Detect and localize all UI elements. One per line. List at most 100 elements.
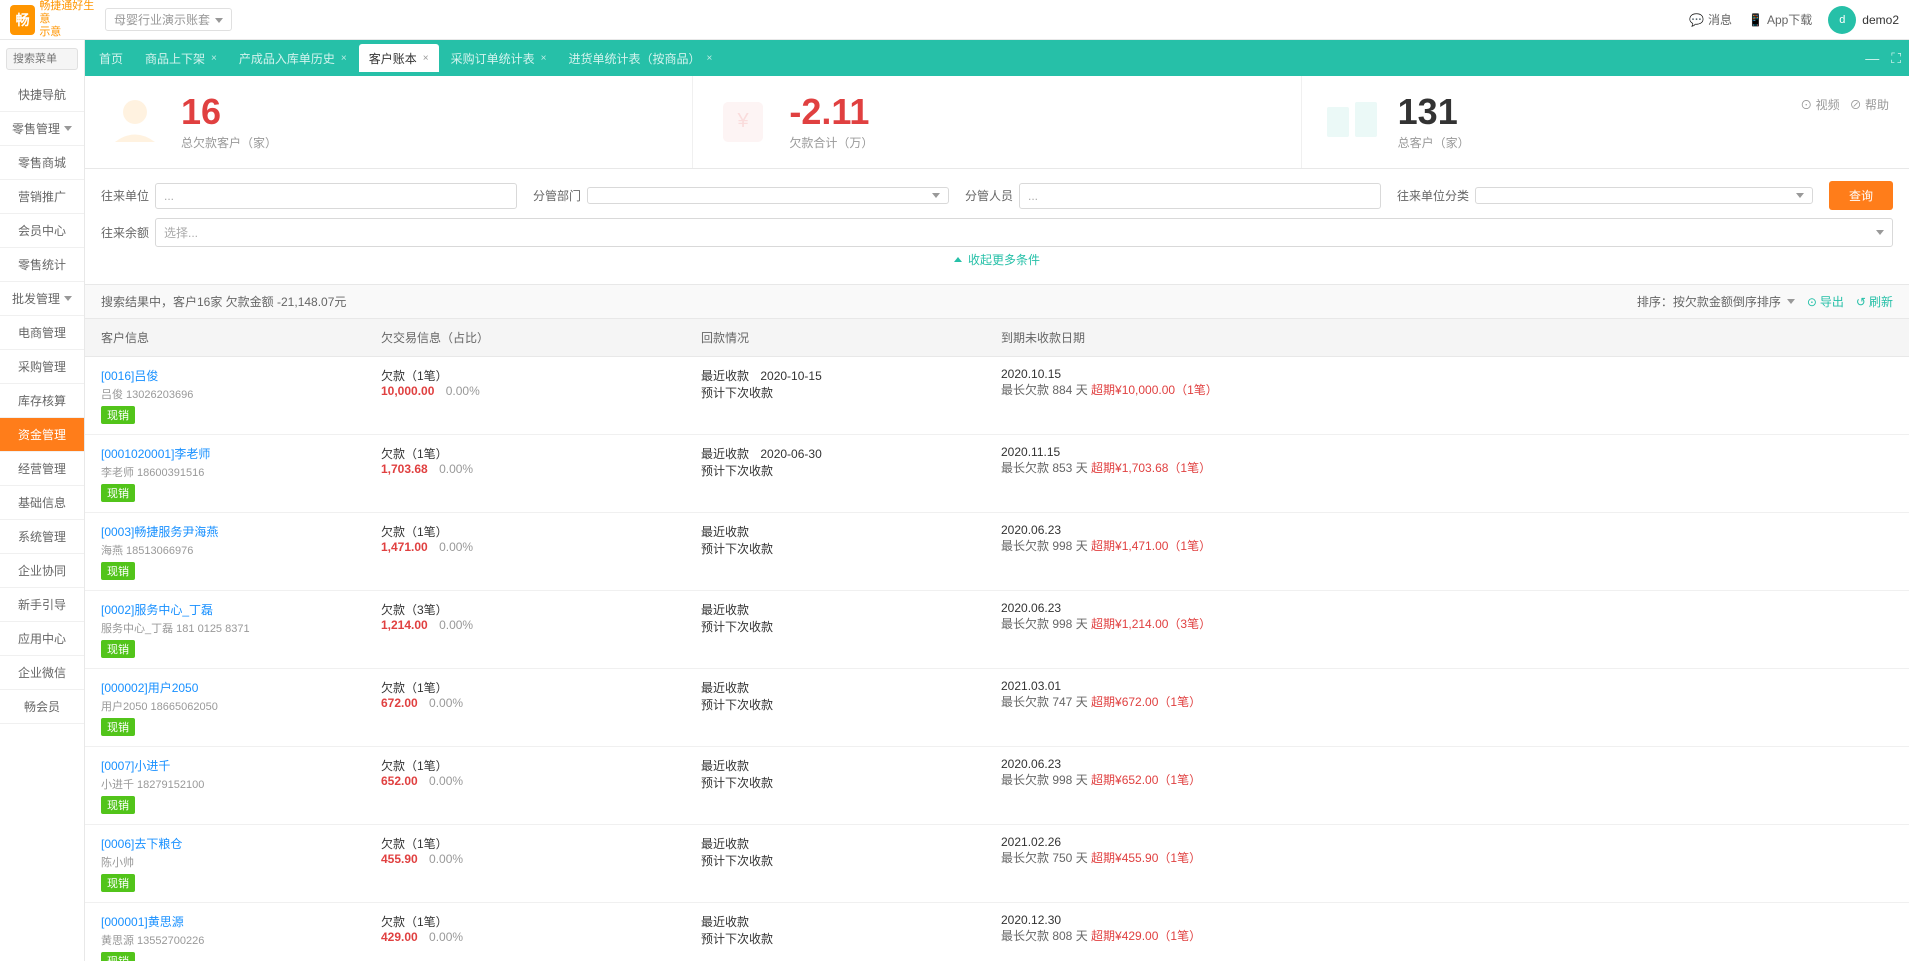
logo-icon: 畅 (10, 5, 35, 35)
sidebar-item-ecommerce[interactable]: 电商管理 (0, 316, 84, 350)
tab-home[interactable]: 首页 (89, 44, 133, 72)
tab-bar-end: — ⛶ (1861, 48, 1905, 69)
tab-inbound-stat[interactable]: 进货单统计表（按商品） × (558, 44, 722, 72)
filter-group-unit-class: 往来单位分类 (1397, 187, 1813, 204)
customer-contact: 小进千 18279152100 (101, 776, 349, 792)
person-input[interactable]: ... (1019, 183, 1381, 209)
customer-name-link[interactable]: [0007]小进千 (101, 759, 170, 773)
from-unit-input[interactable]: ... (155, 183, 517, 209)
tab-purchase-order-stat[interactable]: 采购订单统计表 × (441, 44, 557, 72)
sidebar-item-marketing[interactable]: 营销推广 (0, 180, 84, 214)
debt-cell: 欠款（1笔） 1,471.00 0.00% (365, 513, 685, 591)
sidebar-item-system-mgmt[interactable]: 系统管理 (0, 520, 84, 554)
overdue-amount-link[interactable]: 超期¥1,214.00（3笔） (1091, 617, 1211, 631)
sidebar-item-batch-mgmt[interactable]: 批发管理 (0, 282, 84, 316)
customer-name-link[interactable]: [0003]畅捷服务尹海燕 (101, 525, 218, 539)
tab-maximize-btn[interactable]: ⛶ (1887, 48, 1905, 69)
debt-count: 欠款（3笔） (381, 601, 669, 618)
return-cell: 最近收款 预计下次收款 (685, 513, 985, 591)
message-btn[interactable]: 💬 消息 (1689, 11, 1732, 28)
overdue-amount-link[interactable]: 超期¥429.00（1笔） (1091, 929, 1201, 943)
overdue-amount-link[interactable]: 超期¥652.00（1笔） (1091, 773, 1201, 787)
view-btn[interactable]: ⊙ 视频 (1800, 96, 1839, 113)
table-row: [0002]服务中心_丁磊 服务中心_丁磊 181 0125 8371 现销 欠… (85, 591, 1909, 669)
tab-close-icon[interactable]: × (706, 53, 712, 64)
due-date: 2020.06.23 (1001, 523, 1893, 537)
debt-amount-value[interactable]: 652.00 (381, 774, 418, 788)
sidebar-item-basic-info[interactable]: 基础信息 (0, 486, 84, 520)
overdue-amount-link[interactable]: 超期¥1,471.00（1笔） (1091, 539, 1211, 553)
overdue-amount-link[interactable]: 超期¥672.00（1笔） (1091, 695, 1201, 709)
sidebar-item-operations-mgmt[interactable]: 经营管理 (0, 452, 84, 486)
last-payment: 最近收款 2020-06-30 (701, 445, 969, 462)
customer-name-link[interactable]: [000001]黄思源 (101, 915, 184, 929)
sidebar-item-app-center[interactable]: 应用中心 (0, 622, 84, 656)
customer-name-link[interactable]: [0006]去下粮仓 (101, 837, 182, 851)
sidebar-item-enterprise-collab[interactable]: 企业协同 (0, 554, 84, 588)
due-date: 2020.06.23 (1001, 757, 1893, 771)
customer-name-link[interactable]: [0002]服务中心_丁磊 (101, 603, 213, 617)
debt-amount-value[interactable]: 10,000.00 (381, 384, 434, 398)
balance-value: 选择... (164, 224, 198, 241)
sidebar-search-input[interactable] (6, 48, 78, 70)
collapse-btn[interactable]: 收起更多条件 (101, 247, 1893, 272)
sidebar-item-newbie-guide[interactable]: 新手引导 (0, 588, 84, 622)
sidebar-item-retail-stats[interactable]: 零售统计 (0, 248, 84, 282)
debt-count: 欠款（1笔） (381, 679, 669, 696)
overdue-amount-link[interactable]: 超期¥455.90（1笔） (1091, 851, 1201, 865)
from-unit-dots: ... (164, 189, 174, 203)
debt-amount-value[interactable]: 1,214.00 (381, 618, 428, 632)
tab-production-history[interactable]: 产成品入库单历史 × (229, 44, 357, 72)
tab-close-icon[interactable]: × (341, 53, 347, 64)
debt-amount-value[interactable]: 1,471.00 (381, 540, 428, 554)
user-area[interactable]: d demo2 (1828, 6, 1899, 34)
debt-amount-value[interactable]: 455.90 (381, 852, 418, 866)
sidebar-item-fund-mgmt[interactable]: 资金管理 (0, 418, 84, 452)
sidebar-item-chang-member[interactable]: 畅会员 (0, 690, 84, 724)
sidebar-item-inventory-check[interactable]: 库存核算 (0, 384, 84, 418)
table-row: [0003]畅捷服务尹海燕 海燕 18513066976 现销 欠款（1笔） 1… (85, 513, 1909, 591)
customer-tag: 现销 (101, 562, 135, 580)
tab-products-offline[interactable]: 商品上下架 × (135, 44, 227, 72)
sort-select[interactable]: 排序：按欠款金额倒序排序 (1637, 293, 1795, 310)
debt-amount-value[interactable]: 429.00 (381, 930, 418, 944)
customer-name-link[interactable]: [0016]吕俊 (101, 369, 158, 383)
next-payment-label: 预计下次收款 (701, 852, 969, 869)
export-btn[interactable]: ⊙ 导出 (1807, 293, 1844, 310)
app-download-btn[interactable]: 📱 App下载 (1748, 11, 1812, 28)
overdue-amount-link[interactable]: 超期¥1,703.68（1笔） (1091, 461, 1211, 475)
next-payment-label: 预计下次收款 (701, 384, 969, 401)
refresh-btn[interactable]: ↺ 刷新 (1856, 293, 1893, 310)
debt-amount-value[interactable]: 1,703.68 (381, 462, 428, 476)
unit-class-select[interactable] (1475, 187, 1813, 204)
table-row: [0016]吕俊 吕俊 13026203696 现销 欠款（1笔） 10,000… (85, 357, 1909, 435)
tab-customer-account[interactable]: 客户账本 × (359, 44, 439, 72)
tab-minimize-btn[interactable]: — (1861, 48, 1883, 69)
overdue-amount-link[interactable]: 超期¥10,000.00（1笔） (1091, 383, 1218, 397)
last-payment: 最近收款 (701, 913, 969, 930)
tab-close-icon[interactable]: × (541, 53, 547, 64)
sidebar-item-label: 会员中心 (18, 224, 66, 238)
sidebar-item-member-center[interactable]: 会员中心 (0, 214, 84, 248)
customer-name-link[interactable]: [000002]用户2050 (101, 681, 198, 695)
result-actions: 排序：按欠款金额倒序排序 ⊙ 导出 ↺ 刷新 (1637, 293, 1893, 310)
balance-select[interactable]: 选择... (155, 218, 1893, 247)
sidebar-item-label: 畅会员 (24, 700, 60, 714)
tab-close-icon[interactable]: × (423, 53, 429, 64)
debt-amount-value[interactable]: 672.00 (381, 696, 418, 710)
query-button[interactable]: 查询 (1829, 181, 1893, 210)
sidebar-item-retail-mgmt[interactable]: 零售管理 (0, 112, 84, 146)
due-cell: 2020.06.23 最长欠款 998 天 超期¥1,471.00（1笔） (985, 513, 1909, 591)
company-selector[interactable]: 母婴行业演示账套 (105, 8, 232, 31)
sidebar-item-purchase-mgmt[interactable]: 采购管理 (0, 350, 84, 384)
sidebar-item-retail-mall[interactable]: 零售商城 (0, 146, 84, 180)
help-btn[interactable]: ⊘ 帮助 (1850, 96, 1889, 113)
sidebar-item-enterprise-wechat[interactable]: 企业微信 (0, 656, 84, 690)
dept-select[interactable] (587, 187, 949, 204)
debt-percent: 0.00% (429, 774, 463, 788)
customer-name-link[interactable]: [0001020001]李老师 (101, 447, 210, 461)
sidebar-search-area[interactable] (0, 40, 84, 78)
sidebar-item-quick-nav[interactable]: 快捷导航 (0, 78, 84, 112)
tab-close-icon[interactable]: × (211, 53, 217, 64)
app-download-icon: 📱 (1748, 13, 1763, 27)
